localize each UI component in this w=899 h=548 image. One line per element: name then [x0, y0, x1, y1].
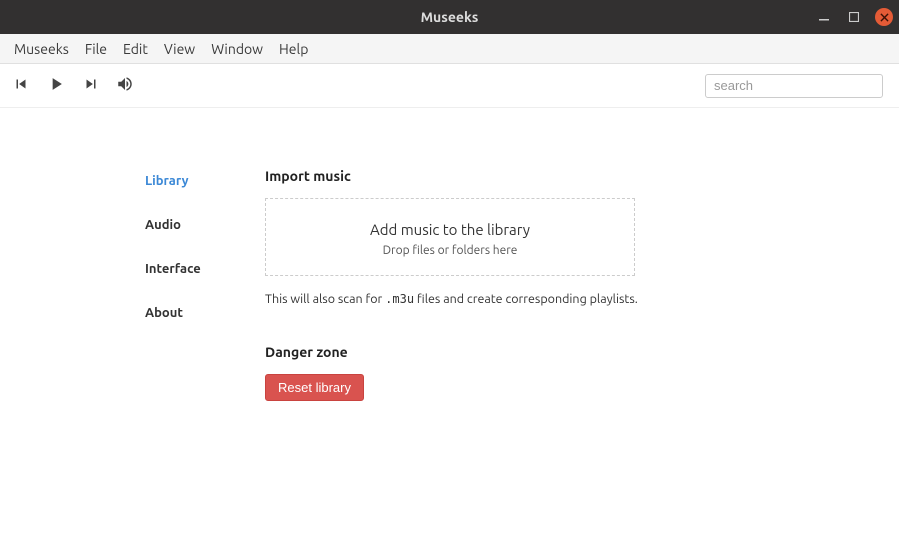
- play-icon[interactable]: [46, 74, 66, 97]
- sidebar-item-audio[interactable]: Audio: [145, 212, 245, 238]
- toolbar: [0, 64, 899, 108]
- sidebar-item-label: Library: [145, 174, 188, 188]
- library-dropzone[interactable]: Add music to the library Drop files or f…: [265, 198, 635, 276]
- window-controls: [815, 8, 893, 26]
- volume-icon[interactable]: [116, 75, 134, 96]
- m3u-code: .m3u: [385, 292, 414, 306]
- previous-icon[interactable]: [12, 75, 30, 96]
- playback-controls: [12, 74, 134, 97]
- content: Library Audio Interface About Import mus…: [0, 108, 899, 401]
- menu-edit[interactable]: Edit: [115, 36, 156, 62]
- scan-note: This will also scan for .m3u files and c…: [265, 292, 869, 306]
- menu-view[interactable]: View: [156, 36, 203, 62]
- dropzone-title: Add music to the library: [276, 221, 624, 238]
- sidebar-item-label: About: [145, 306, 183, 320]
- menu-file[interactable]: File: [77, 36, 115, 62]
- menu-museeks[interactable]: Museeks: [6, 36, 77, 62]
- maximize-icon[interactable]: [845, 8, 863, 26]
- settings-sidebar: Library Audio Interface About: [0, 168, 265, 401]
- next-icon[interactable]: [82, 75, 100, 96]
- dropzone-subtitle: Drop files or folders here: [276, 244, 624, 257]
- titlebar: Museeks: [0, 0, 899, 34]
- danger-zone-title: Danger zone: [265, 344, 869, 360]
- import-music-title: Import music: [265, 168, 869, 184]
- menu-help[interactable]: Help: [271, 36, 316, 62]
- sidebar-item-label: Interface: [145, 262, 201, 276]
- window-title: Museeks: [421, 9, 479, 25]
- menu-window[interactable]: Window: [203, 36, 271, 62]
- minimize-icon[interactable]: [815, 8, 833, 26]
- settings-main: Import music Add music to the library Dr…: [265, 168, 899, 401]
- menubar: Museeks File Edit View Window Help: [0, 34, 899, 64]
- sidebar-item-interface[interactable]: Interface: [145, 256, 245, 282]
- search-wrap: [705, 74, 883, 98]
- search-input[interactable]: [705, 74, 883, 98]
- sidebar-item-label: Audio: [145, 218, 181, 232]
- sidebar-item-about[interactable]: About: [145, 300, 245, 326]
- reset-library-button[interactable]: Reset library: [265, 374, 364, 401]
- close-icon[interactable]: [875, 8, 893, 26]
- sidebar-item-library[interactable]: Library: [145, 168, 245, 194]
